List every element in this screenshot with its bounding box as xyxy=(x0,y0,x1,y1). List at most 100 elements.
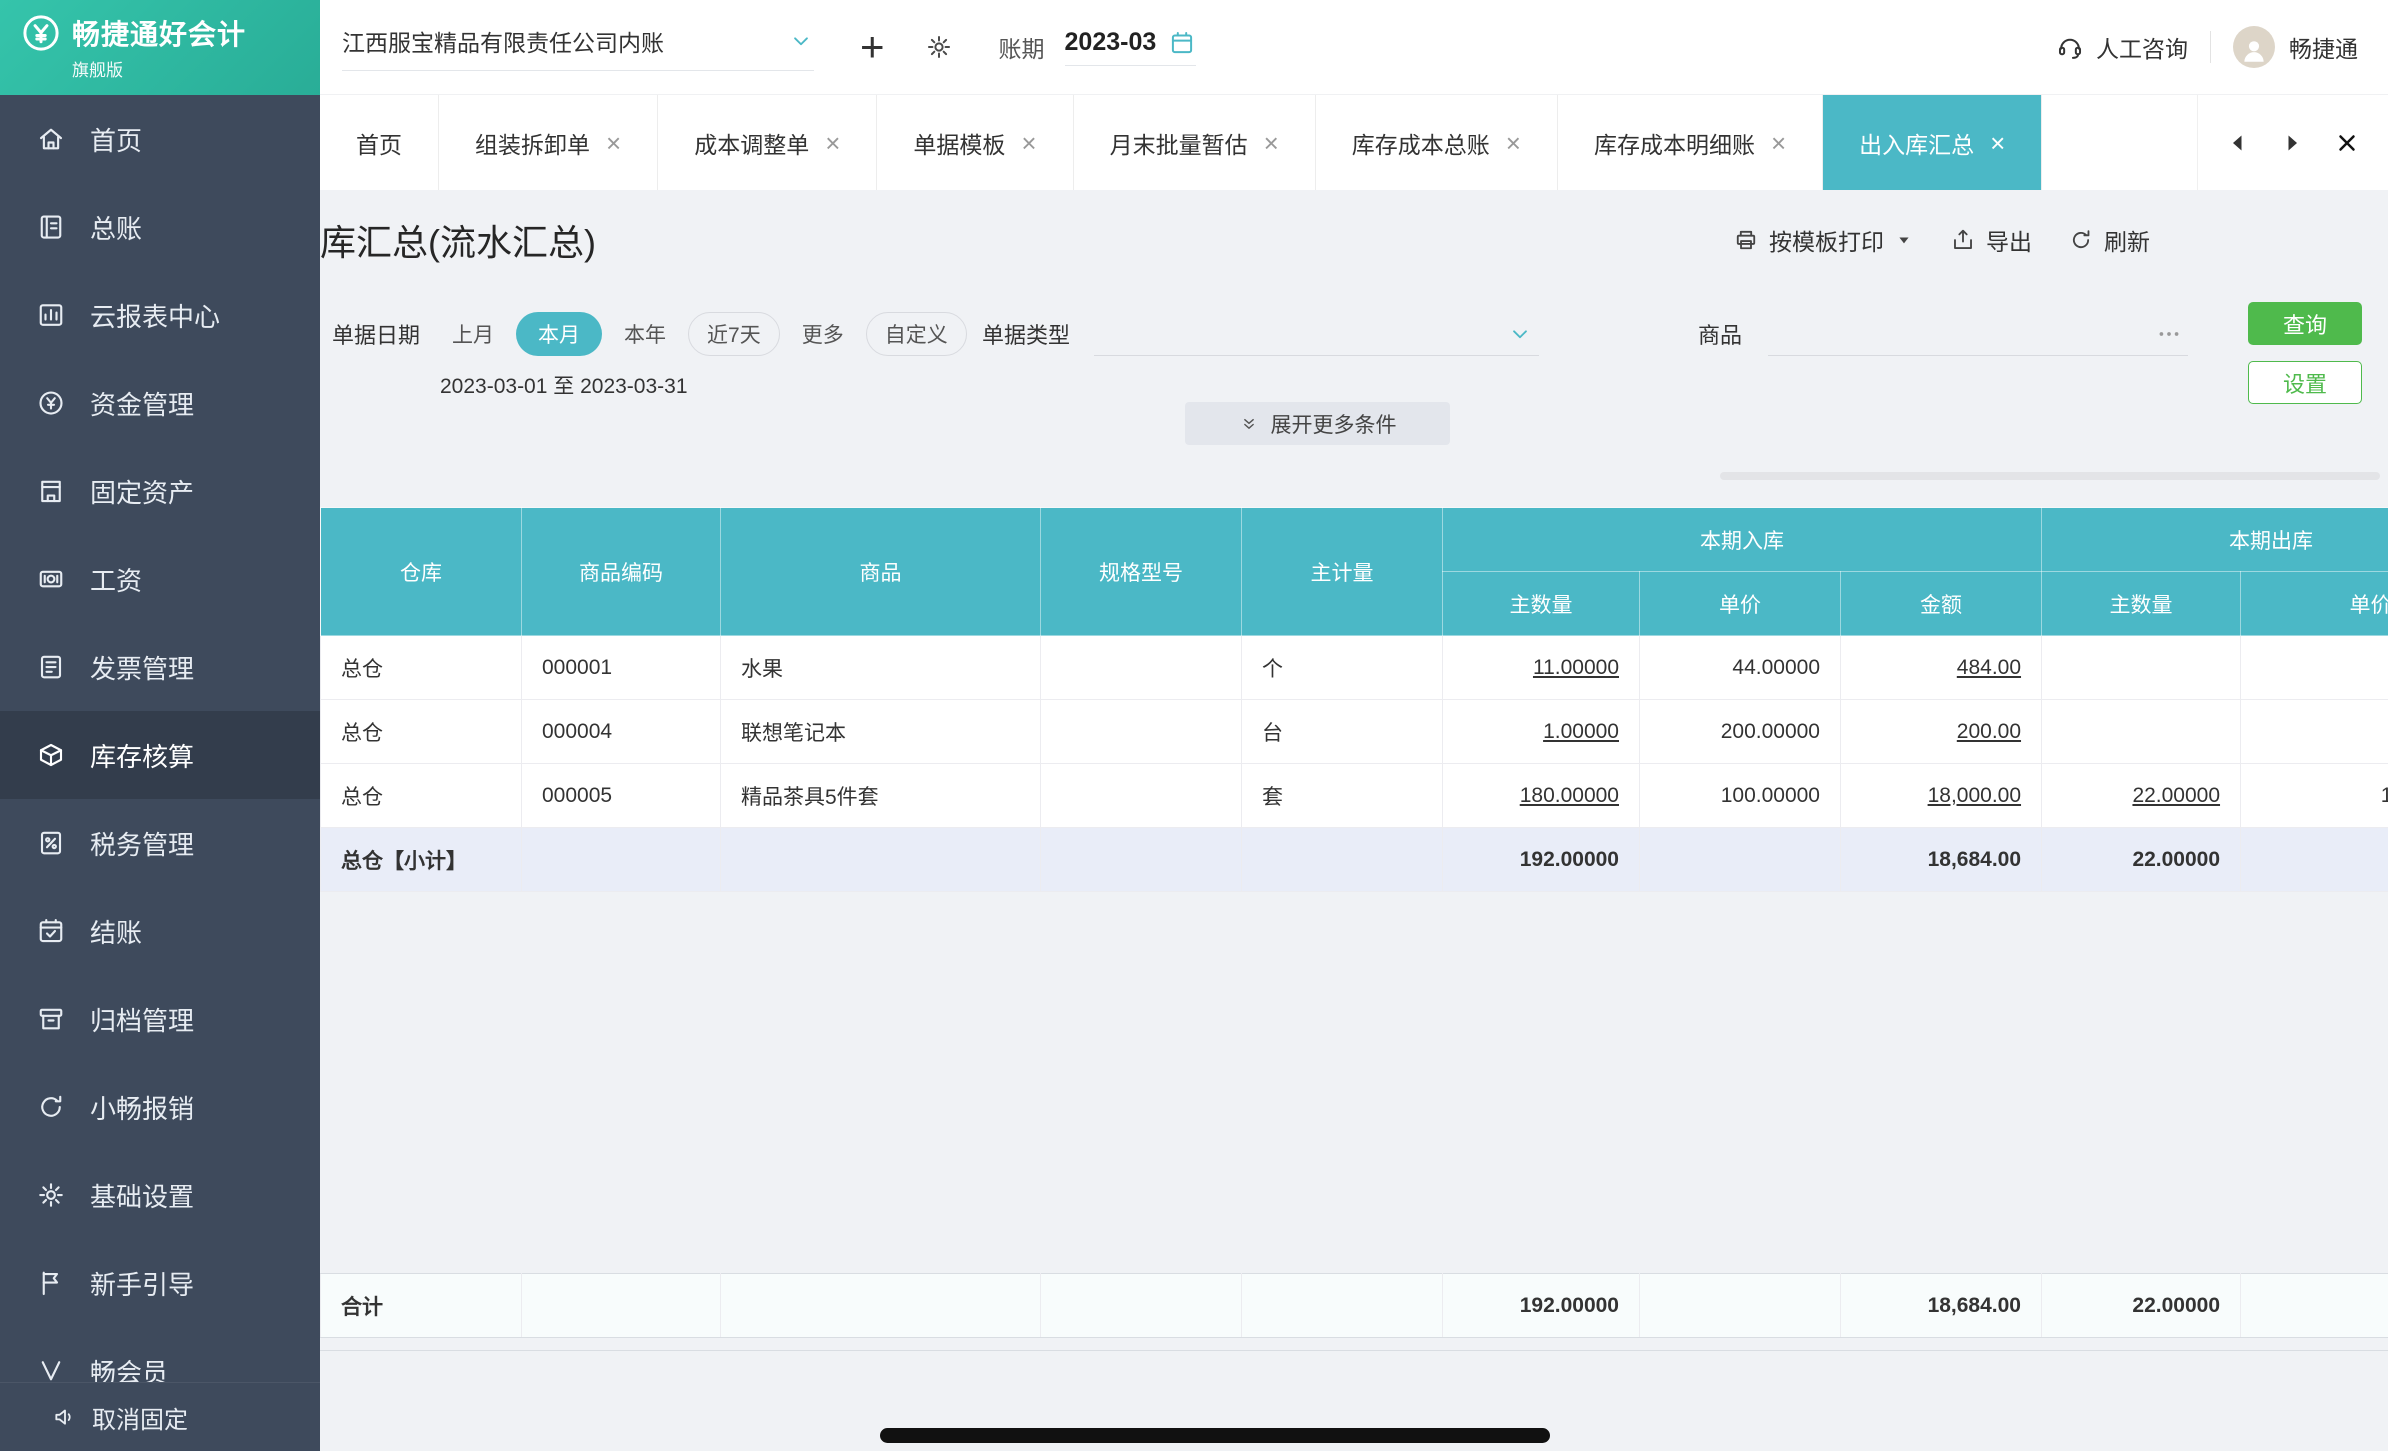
add-button[interactable]: + xyxy=(860,26,885,68)
sidebar-item-工资[interactable]: 工资 xyxy=(0,535,320,623)
tab-首页[interactable]: 首页 xyxy=(320,95,439,190)
col-header[interactable]: 规格型号 xyxy=(1040,507,1242,636)
total-in-amount: 18,684.00 xyxy=(1840,1273,2042,1338)
date-option-本年[interactable]: 本年 xyxy=(612,312,678,356)
close-tab-icon[interactable]: × xyxy=(1771,130,1786,156)
col-subheader[interactable]: 主数量 xyxy=(2041,571,2242,636)
settings-gear-button[interactable] xyxy=(925,33,953,61)
cell-in-qty[interactable]: 1.00000 xyxy=(1442,699,1640,764)
close-tab-icon[interactable]: × xyxy=(606,130,621,156)
salary-icon xyxy=(36,564,66,594)
close-all-tabs-button[interactable] xyxy=(2334,130,2360,156)
company-selector[interactable]: 江西服宝精品有限责任公司内账 xyxy=(342,24,814,71)
funds-icon xyxy=(36,388,66,418)
tab-组装拆卸单[interactable]: 组装拆卸单 × xyxy=(439,95,659,190)
col-subheader[interactable]: 单价 xyxy=(2240,571,2388,636)
scroll-tabs-left-button[interactable] xyxy=(2226,131,2250,155)
col-subheader[interactable]: 单价 xyxy=(1639,571,1841,636)
cell-in-qty[interactable]: 11.00000 xyxy=(1442,635,1640,700)
sidebar-item-label: 固定资产 xyxy=(90,477,195,508)
expand-more-button[interactable]: 展开更多条件 xyxy=(1185,402,1450,445)
tab-成本调整单[interactable]: 成本调整单 × xyxy=(658,95,878,190)
cell-in-amount[interactable]: 484.00 xyxy=(1839,635,2043,700)
tab-label: 月末批量暂估 xyxy=(1109,131,1248,158)
scroll-tabs-right-button[interactable] xyxy=(2280,131,2304,155)
col-header[interactable]: 仓库 xyxy=(320,507,522,636)
cell-out-qty[interactable]: 22.00000 xyxy=(2041,763,2242,828)
sidebar-item-label: 工资 xyxy=(90,565,143,596)
sidebar-item-税务管理[interactable]: 税务管理 xyxy=(0,799,320,887)
sidebar-item-畅会员[interactable]: 畅会员 xyxy=(0,1327,320,1382)
product-input[interactable] xyxy=(1768,312,2189,356)
print-by-template-button[interactable]: 按模板打印 xyxy=(1733,223,1914,257)
date-filter-label: 单据日期 xyxy=(332,323,421,348)
cell-out-qty xyxy=(2041,635,2242,700)
cell-empty xyxy=(1639,1273,1841,1338)
cell-empty xyxy=(720,1273,1041,1338)
subtotal-label: 总仓【小计】 xyxy=(320,827,522,892)
table-row[interactable]: 总仓 000001 水果 个 11.00000 44.00000 484.00 xyxy=(320,635,2388,700)
tab-label: 首页 xyxy=(356,131,402,158)
date-option-近7天[interactable]: 近7天 xyxy=(688,312,780,356)
cell-product: 水果 xyxy=(720,635,1041,700)
period-label: 账期 xyxy=(998,36,1045,62)
cell-empty xyxy=(1241,1273,1443,1338)
cell-in-qty[interactable]: 180.00000 xyxy=(1442,763,1640,828)
cell-empty xyxy=(1040,1273,1242,1338)
sidebar-item-结账[interactable]: 结账 xyxy=(0,887,320,975)
col-subheader[interactable]: 金额 xyxy=(1839,571,2043,636)
avatar[interactable] xyxy=(2233,26,2275,68)
tab-单据模板[interactable]: 单据模板 × xyxy=(877,95,1074,190)
refresh-button[interactable]: 刷新 xyxy=(2068,223,2150,257)
table-row[interactable]: 总仓 000005 精品茶具5件套套 180.00000 100.00000 18,000… xyxy=(320,763,2388,828)
period-picker[interactable]: 2023-03 xyxy=(1064,28,1197,66)
close-tab-icon[interactable]: × xyxy=(1264,130,1279,156)
close-tab-icon[interactable]: × xyxy=(1506,130,1521,156)
cell-in-amount[interactable]: 18,000.00 xyxy=(1839,763,2043,828)
query-button[interactable]: 查询 xyxy=(2248,302,2362,345)
col-header[interactable]: 主计量 xyxy=(1241,507,1443,636)
unpin-label: 取消固定 xyxy=(92,1406,188,1434)
doc-type-select[interactable] xyxy=(1094,312,1540,356)
support-button[interactable]: 人工咨询 xyxy=(2056,30,2188,64)
sidebar-item-基础设置[interactable]: 基础设置 xyxy=(0,1151,320,1239)
col-header[interactable]: 商品 xyxy=(720,507,1041,636)
cell-code: 000004 xyxy=(521,699,721,764)
close-tab-icon[interactable]: × xyxy=(1021,130,1036,156)
col-header[interactable]: 商品编码 xyxy=(521,507,721,636)
table-row[interactable]: 总仓 000004 联想笔记本 台 1.00000 200.00000 200.00 xyxy=(320,699,2388,764)
sidebar-item-归档管理[interactable]: 归档管理 xyxy=(0,975,320,1063)
close-tab-icon[interactable]: × xyxy=(1990,130,2005,156)
unpin-button[interactable]: 取消固定 xyxy=(0,1382,320,1451)
sidebar-item-云报表中心[interactable]: 云报表中心 xyxy=(0,271,320,359)
refresh-icon xyxy=(2068,227,2094,253)
settle-icon xyxy=(36,916,66,946)
sidebar-item-小畅报销[interactable]: 小畅报销 xyxy=(0,1063,320,1151)
cell-in-amount[interactable]: 200.00 xyxy=(1839,699,2043,764)
cell-empty xyxy=(1241,827,1443,892)
col-subheader[interactable]: 主数量 xyxy=(1442,571,1640,636)
tab-库存成本明细账[interactable]: 库存成本明细账 × xyxy=(1558,95,1824,190)
sidebar-item-总账[interactable]: 总账 xyxy=(0,183,320,271)
sidebar-item-资金管理[interactable]: 资金管理 xyxy=(0,359,320,447)
total-table: 合计 192.00000 18,684.00 22.00000 xyxy=(320,1273,2388,1338)
tab-出入库汇总[interactable]: 出入库汇总 × xyxy=(1823,95,2043,190)
date-option-上月[interactable]: 上月 xyxy=(440,312,506,356)
sidebar-item-库存核算[interactable]: 库存核算 xyxy=(0,711,320,799)
export-button[interactable]: 导出 xyxy=(1950,223,2032,257)
date-option-更多[interactable]: 更多 xyxy=(790,312,856,356)
close-tab-icon[interactable]: × xyxy=(825,130,840,156)
sidebar-item-首页[interactable]: 首页 xyxy=(0,95,320,183)
sidebar-item-发票管理[interactable]: 发票管理 xyxy=(0,623,320,711)
sidebar-item-新手引导[interactable]: 新手引导 xyxy=(0,1239,320,1327)
cell-out-price xyxy=(2240,699,2388,764)
page-horizontal-scrollbar[interactable] xyxy=(880,1428,1550,1443)
tab-库存成本总账[interactable]: 库存成本总账 × xyxy=(1316,95,1558,190)
sidebar-item-固定资产[interactable]: 固定资产 xyxy=(0,447,320,535)
double-chevron-down-icon xyxy=(1239,414,1259,434)
date-option-自定义[interactable]: 自定义 xyxy=(865,312,967,356)
date-option-本月[interactable]: 本月 xyxy=(516,312,603,356)
settings-button[interactable]: 设置 xyxy=(2248,361,2362,404)
tab-月末批量暂估[interactable]: 月末批量暂估 × xyxy=(1074,95,1316,190)
grid-horizontal-scrollbar-top[interactable] xyxy=(1720,472,2380,480)
